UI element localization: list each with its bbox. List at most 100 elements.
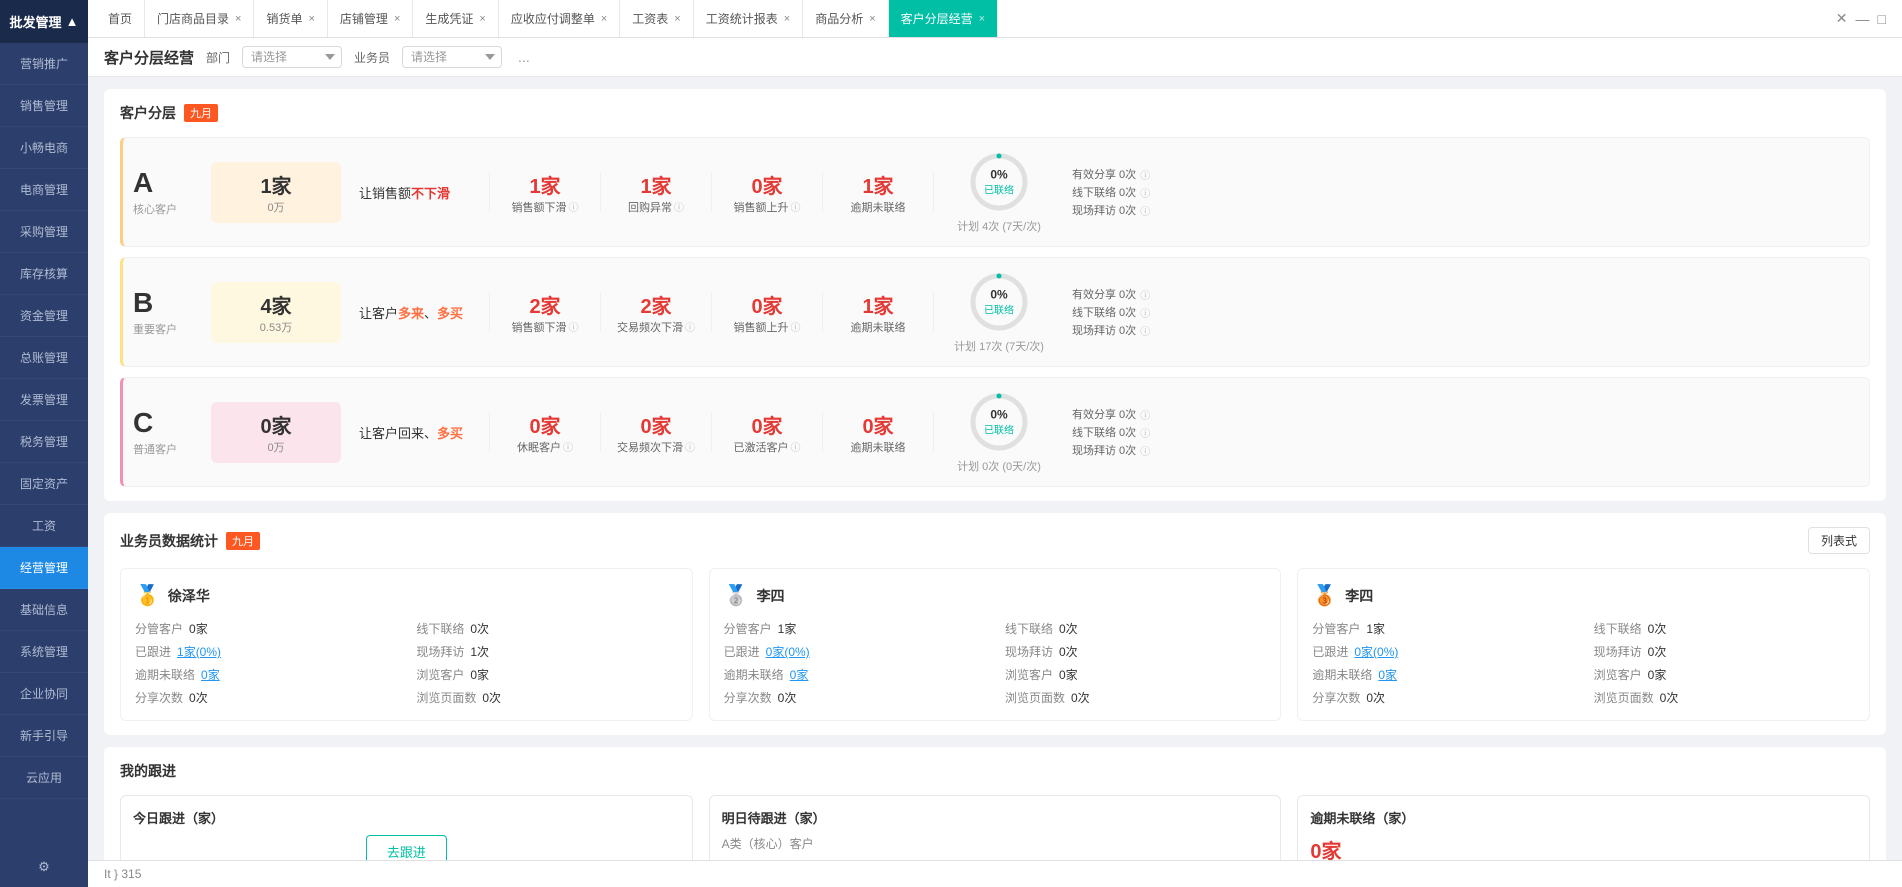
sidebar-item-xinshou[interactable]: 新手引导 (0, 715, 88, 757)
tab-gongzi[interactable]: 工资表× (620, 0, 693, 38)
staff-card-1: 🥈 李四 分管客户 1家 线下联络 0次 已跟进 0家(0%) 现场拜访 0次 … (709, 568, 1282, 721)
tier-stat-num-A-1: 1家 (640, 170, 671, 199)
tier-stat-num-C-2: 0家 (751, 410, 782, 439)
tier-stat-label-B-2: 销售额上升 ⓘ (734, 319, 801, 335)
tier-stat-A-2: 0家 销售额上升 ⓘ (712, 170, 822, 215)
stat-row-1-6: 分享次数 0次 (724, 689, 985, 706)
tier-label-C: C普通客户 (133, 407, 203, 457)
stat-row-1-3: 现场拜访 0次 (1005, 643, 1266, 660)
tab-label-gongzitj: 工资统计报表 (706, 10, 778, 27)
stat-value-1-4[interactable]: 0家 (790, 666, 809, 683)
stat-value-2-5: 0家 (1648, 666, 1667, 683)
tab-shangpinfenxi[interactable]: 商品分析× (803, 0, 888, 38)
tab-close-yingshou[interactable]: × (601, 13, 607, 25)
sidebar-item-dianshang[interactable]: 电商管理 (0, 169, 88, 211)
stat-value-0-2[interactable]: 1家(0%) (177, 643, 221, 660)
staff-stats-grid-2: 分管客户 1家 线下联络 0次 已跟进 0家(0%) 现场拜访 0次 逾期未联络… (1312, 620, 1855, 706)
tier-slogan-B: 让客户多来、多买 (349, 303, 489, 322)
page-title: 客户分层经营 (104, 47, 194, 68)
window-close-icon[interactable]: ✕ (1836, 10, 1848, 27)
sidebar-item-xiaoshou[interactable]: 销售管理 (0, 85, 88, 127)
stat-value-2-2[interactable]: 0家(0%) (1354, 643, 1398, 660)
tier-label-A: A核心客户 (133, 167, 203, 217)
tier-count-box-A: 1家0万 (211, 162, 341, 223)
sidebar-item-xitong[interactable]: 系统管理 (0, 631, 88, 673)
sidebar-item-jichu[interactable]: 基础信息 (0, 589, 88, 631)
sidebar-item-yunying[interactable]: 云应用 (0, 757, 88, 799)
stat-value-2-4[interactable]: 0家 (1378, 666, 1397, 683)
tab-close-shengcheng[interactable]: × (479, 13, 485, 25)
window-maximize-icon[interactable]: □ (1878, 11, 1886, 27)
sidebar-item-zijin[interactable]: 资金管理 (0, 295, 88, 337)
tab-close-shangpinfenxi[interactable]: × (869, 13, 875, 25)
stat-value-0-4[interactable]: 0家 (201, 666, 220, 683)
tab-xiaohuo[interactable]: 销货单 × (254, 0, 327, 38)
tier-slogan-A: 让销售额不下滑 (349, 183, 489, 202)
tier-circle-box-B: 0% 已联络 计划 17次 (7天/次) (934, 270, 1064, 354)
tab-close-kehufenceng[interactable]: × (979, 13, 985, 25)
list-view-button[interactable]: 列表式 (1808, 527, 1870, 554)
tab-close-mendianshanpin[interactable]: × (235, 13, 241, 25)
staff-stats-grid-0: 分管客户 0家 线下联络 0次 已跟进 1家(0%) 现场拜访 1次 逾期未联络… (135, 620, 678, 706)
tab-close-gongzitj[interactable]: × (784, 13, 790, 25)
sidebar-item-gongzi[interactable]: 工资 (0, 505, 88, 547)
tier-name-A: 核心客户 (133, 201, 177, 217)
medal-icon-1: 🥈 (724, 583, 749, 608)
tier-stat-label-C-3: 逾期未联络 (851, 439, 906, 455)
tier-stat-num-A-0: 1家 (529, 170, 560, 199)
sidebar-item-caigoug[interactable]: 采购管理 (0, 211, 88, 253)
sidebar-item-kucun[interactable]: 库存核算 (0, 253, 88, 295)
dept-select[interactable]: 请选择 (242, 46, 342, 68)
bottom-bar-text: It } 315 (104, 867, 141, 881)
tab-close-xiaohuo[interactable]: × (308, 13, 314, 25)
tier-stat-C-3: 0家 逾期未联络 (823, 410, 933, 455)
stat-row-2-0: 分管客户 1家 (1312, 620, 1573, 637)
tier-side-stat-C-1: 线下联络 0次 ⓘ (1072, 424, 1194, 440)
sidebar-item-xiaodiandian[interactable]: 小畅电商 (0, 127, 88, 169)
tier-stat-label-B-0: 销售额下滑 ⓘ (512, 319, 579, 335)
salesman-select[interactable]: 请选择 (402, 46, 502, 68)
tab-close-gongzi[interactable]: × (674, 13, 680, 25)
tier-letter-C: C (133, 407, 153, 439)
tab-close-diandian[interactable]: × (394, 13, 400, 25)
tier-side-stat-A-2: 现场拜访 0次 ⓘ (1072, 202, 1194, 218)
go-followup-button[interactable]: 去跟进 (366, 835, 447, 860)
tab-diandian[interactable]: 店铺管理× (328, 0, 413, 38)
tab-yingshou[interactable]: 应收应付调整单× (499, 0, 620, 38)
sidebar-item-jingying[interactable]: 经营管理 (0, 547, 88, 589)
sidebar-settings[interactable]: ⚙ (0, 847, 88, 887)
sidebar-item-fapiao[interactable]: 发票管理 (0, 379, 88, 421)
sidebar-top[interactable]: 批发管理 ▲ (0, 0, 88, 43)
tab-shengcheng[interactable]: 生成凭证× (413, 0, 498, 38)
stat-label-1-7: 浏览页面数 (1005, 689, 1065, 706)
more-button[interactable]: ... (514, 49, 534, 65)
info-icon-side: ⓘ (1140, 287, 1150, 302)
stat-label-2-4: 逾期未联络 (1312, 666, 1372, 683)
sidebar-item-gudingzichan[interactable]: 固定资产 (0, 463, 88, 505)
tabs-container: 首页门店商品目录×销货单×店铺管理×生成凭证×应收应付调整单×工资表×工资统计报… (96, 0, 998, 38)
tier-count-box-C: 0家0万 (211, 402, 341, 463)
circle-plan-B: 计划 17次 (7天/次) (954, 338, 1044, 354)
tier-count-B: 4家 (260, 290, 291, 319)
tab-mendianshanpin[interactable]: 门店商品目录× (145, 0, 254, 38)
info-icon-side: ⓘ (1140, 323, 1150, 338)
stat-value-1-2[interactable]: 0家(0%) (766, 643, 810, 660)
stat-row-0-4: 逾期未联络 0家 (135, 666, 396, 683)
tier-stat-C-1: 0家 交易频次下滑 ⓘ (601, 410, 711, 455)
tab-gongzitj[interactable]: 工资统计报表 × (694, 0, 803, 38)
customer-section-header: 客户分层 九月 (120, 103, 1870, 123)
customer-section-title: 客户分层 (120, 103, 176, 123)
tier-slogan-highlight-A: 不下滑 (411, 186, 450, 201)
sidebar-item-zonghang[interactable]: 总账管理 (0, 337, 88, 379)
tier-side-stat-C-0: 有效分享 0次 ⓘ (1072, 406, 1194, 422)
tab-kehufenceng[interactable]: 客户分层经营× (889, 0, 998, 38)
tab-home[interactable]: 首页 (96, 0, 145, 38)
sidebar-item-qiye[interactable]: 企业协同 (0, 673, 88, 715)
stat-value-2-6: 0次 (1366, 689, 1385, 706)
circle-text-B: 0% 已联络 (984, 288, 1014, 317)
tab-label-xiaohuo: 销货单 (266, 10, 302, 27)
followup-overdue-value: 0家 (1310, 835, 1857, 860)
window-minimize-icon[interactable]: — (1856, 11, 1870, 27)
sidebar-item-shuiwu[interactable]: 税务管理 (0, 421, 88, 463)
sidebar-item-yingxiao[interactable]: 营销推广 (0, 43, 88, 85)
